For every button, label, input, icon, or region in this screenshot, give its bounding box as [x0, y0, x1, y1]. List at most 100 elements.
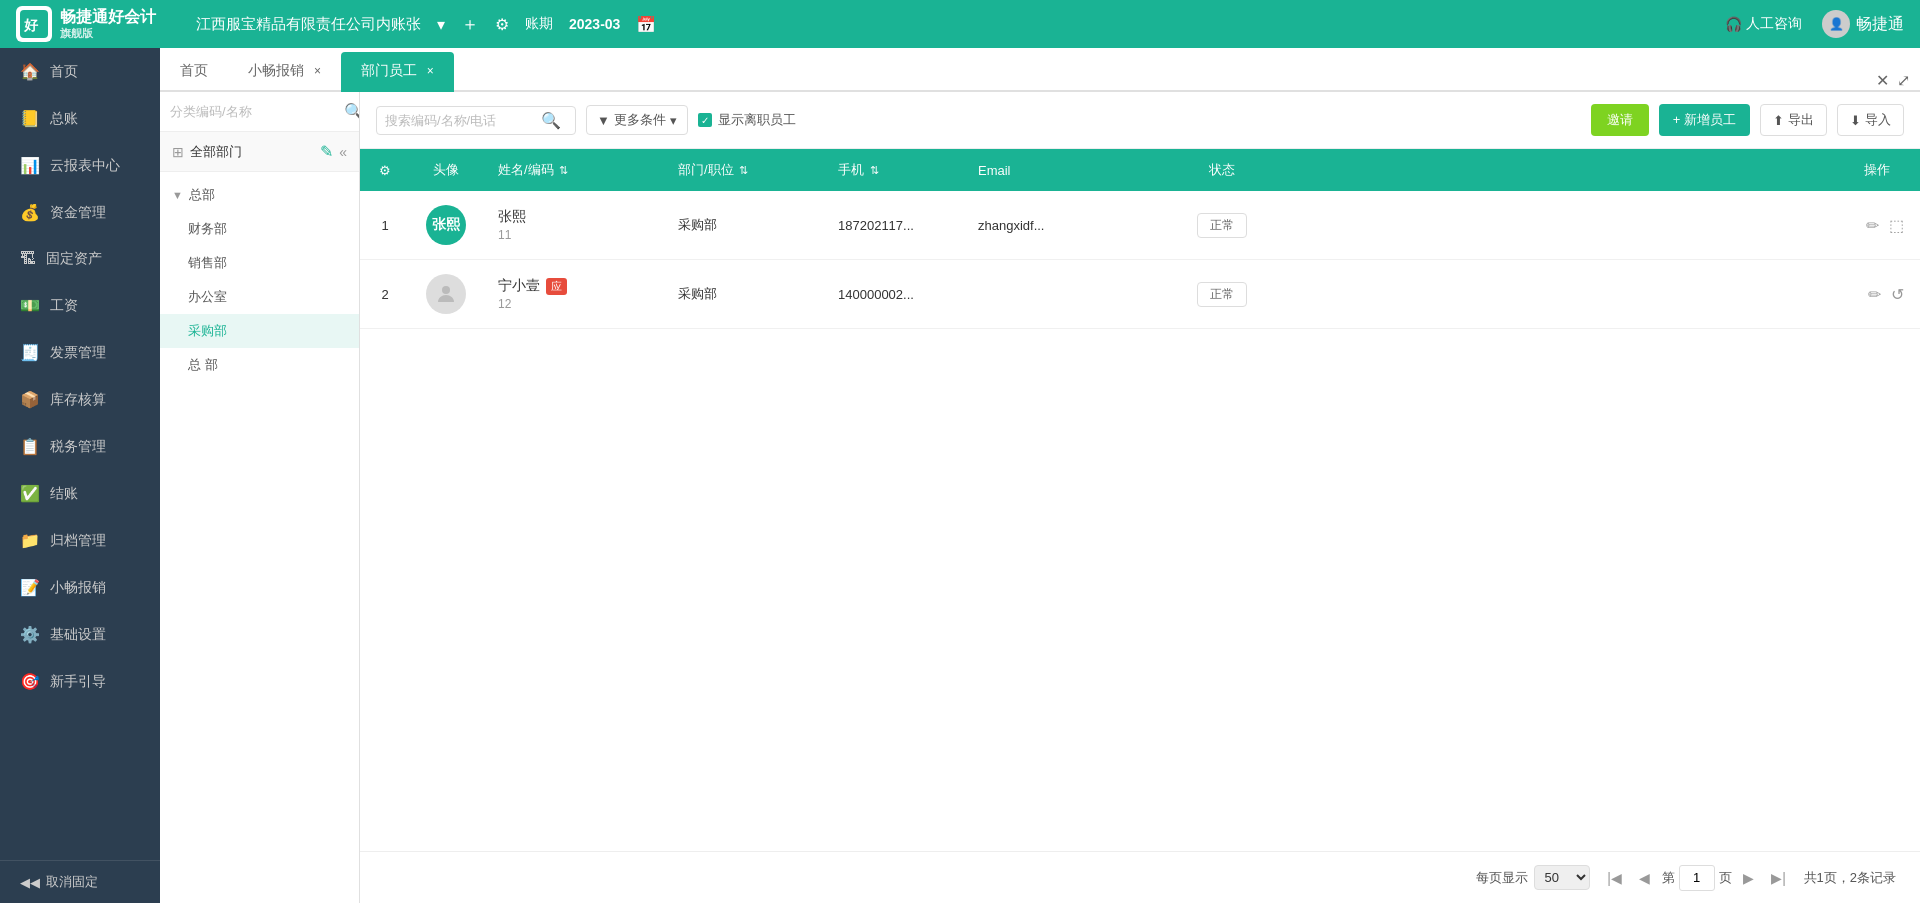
- dept-item-procurement[interactable]: 采购部: [160, 314, 359, 348]
- status-badge-1: 正常: [1197, 213, 1247, 238]
- row1-dept: 采购部: [662, 191, 822, 260]
- prev-page-btn[interactable]: ◀: [1632, 865, 1658, 891]
- dept-item-sales-label: 销售部: [188, 254, 227, 272]
- export-btn[interactable]: ⬆ 导出: [1760, 104, 1827, 136]
- sidebar-label-tax: 税务管理: [50, 438, 106, 456]
- sidebar-item-closing[interactable]: ✅ 结账: [0, 470, 160, 517]
- tab-expense-label: 小畅报销: [248, 62, 304, 78]
- export-label: 导出: [1788, 111, 1814, 129]
- row1-more-btn[interactable]: ⬚: [1889, 216, 1904, 235]
- sidebar-item-expense[interactable]: 📝 小畅报销: [0, 564, 160, 611]
- dept-item-general[interactable]: 总 部: [160, 348, 359, 382]
- employee-search-input[interactable]: [385, 113, 535, 128]
- dept-edit-btn[interactable]: ✎: [320, 142, 333, 161]
- sidebar-unpin-btn[interactable]: ◀◀ 取消固定: [0, 860, 160, 903]
- row2-email: [962, 260, 1162, 329]
- logo-area: 好 畅捷通好会计 旗舰版: [16, 6, 176, 42]
- name-text-2: 宁小壹: [498, 277, 540, 295]
- invite-btn[interactable]: 邀请: [1591, 104, 1649, 136]
- calendar-icon-btn[interactable]: 📅: [636, 15, 656, 34]
- sort-phone-icon: ⇅: [870, 164, 879, 176]
- th-name[interactable]: 姓名/编码 ⇅: [482, 149, 662, 191]
- dept-collapse-btn[interactable]: «: [339, 144, 347, 160]
- last-page-btn[interactable]: ▶|: [1766, 865, 1792, 891]
- import-btn[interactable]: ⬇ 导入: [1837, 104, 1904, 136]
- sidebar-label-home: 首页: [50, 63, 78, 81]
- app-edition: 旗舰版: [60, 26, 156, 41]
- close-tab-btn[interactable]: ✕: [1876, 71, 1889, 90]
- dept-item-finance[interactable]: 财务部: [160, 212, 359, 246]
- tab-dept-close[interactable]: ×: [427, 64, 434, 78]
- header-settings-btn[interactable]: ⚙: [495, 15, 509, 34]
- maximize-tab-btn[interactable]: ⤢: [1897, 71, 1910, 90]
- sidebar-item-archive[interactable]: 📁 归档管理: [0, 517, 160, 564]
- sidebar-item-payroll[interactable]: 💵 工资: [0, 282, 160, 329]
- per-page-label: 每页显示: [1476, 869, 1528, 887]
- next-page-btn[interactable]: ▶: [1736, 865, 1762, 891]
- expense-icon: 📝: [20, 578, 40, 597]
- row2-status: 正常: [1162, 260, 1282, 329]
- sidebar-item-guide[interactable]: 🎯 新手引导: [0, 658, 160, 705]
- sidebar-item-ledger[interactable]: 📒 总账: [0, 95, 160, 142]
- sidebar-item-tax[interactable]: 📋 税务管理: [0, 423, 160, 470]
- import-icon: ⬇: [1850, 113, 1861, 128]
- th-dept[interactable]: 部门/职位 ⇅: [662, 149, 822, 191]
- add-btn[interactable]: ＋: [461, 12, 479, 36]
- sidebar-item-funds[interactable]: 💰 资金管理: [0, 189, 160, 236]
- first-page-btn[interactable]: |◀: [1602, 865, 1628, 891]
- row2-more-btn[interactable]: ↺: [1891, 285, 1904, 304]
- dept-panel: 🔍 ⊞ 全部部门 ✎ « ▼ 总部 财务部: [160, 92, 360, 903]
- app-name: 畅捷通好会计: [60, 7, 156, 26]
- tab-expense[interactable]: 小畅报销 ×: [228, 52, 341, 92]
- page-input[interactable]: [1679, 865, 1715, 891]
- sidebar-item-home[interactable]: 🏠 首页: [0, 48, 160, 95]
- service-btn[interactable]: 🎧 人工咨询: [1725, 15, 1802, 33]
- ledger-icon: 📒: [20, 109, 40, 128]
- tab-dept-employee[interactable]: 部门员工 ×: [341, 52, 454, 92]
- avatar-circle-1: 张熙: [426, 205, 466, 245]
- dept-item-sales[interactable]: 销售部: [160, 246, 359, 280]
- sidebar-item-settings[interactable]: ⚙️ 基础设置: [0, 611, 160, 658]
- sidebar-item-invoice[interactable]: 🧾 发票管理: [0, 329, 160, 376]
- sidebar-label-settings: 基础设置: [50, 626, 106, 644]
- sidebar-item-inventory[interactable]: 📦 库存核算: [0, 376, 160, 423]
- th-email: Email: [962, 149, 1162, 191]
- th-settings[interactable]: ⚙: [360, 149, 410, 191]
- dept-item-headquarters[interactable]: ▼ 总部: [160, 178, 359, 212]
- left-arrows-icon: ◀◀: [20, 875, 40, 890]
- tab-bar: 首页 小畅报销 × 部门员工 × ✕ ⤢: [160, 48, 1920, 92]
- tab-expense-close[interactable]: ×: [314, 64, 321, 78]
- tab-home[interactable]: 首页: [160, 52, 228, 92]
- import-label: 导入: [1865, 111, 1891, 129]
- dept-item-office[interactable]: 办公室: [160, 280, 359, 314]
- row1-edit-btn[interactable]: ✏: [1866, 216, 1879, 235]
- row2-avatar: [410, 260, 482, 329]
- fixed-assets-icon: 🏗: [20, 250, 36, 268]
- company-dropdown-btn[interactable]: ▾: [437, 15, 445, 34]
- page-size-dropdown[interactable]: 50 100 200: [1534, 865, 1590, 890]
- svg-text:好: 好: [23, 17, 39, 33]
- service-label: 人工咨询: [1746, 15, 1802, 33]
- dept-search-input[interactable]: [170, 104, 338, 119]
- name-code-1: 张熙 11: [498, 208, 646, 242]
- sidebar-item-reports[interactable]: 📊 云报表中心: [0, 142, 160, 189]
- user-area[interactable]: 👤 畅捷通: [1822, 10, 1904, 38]
- filter-btn[interactable]: ▼ 更多条件 ▾: [586, 105, 688, 135]
- add-employee-btn[interactable]: + 新增员工: [1659, 104, 1750, 136]
- row2-actions: ✏ ↺: [1282, 260, 1920, 329]
- row1-email: zhangxidf...: [962, 191, 1162, 260]
- guide-icon: 🎯: [20, 672, 40, 691]
- sidebar-label-reports: 云报表中心: [50, 157, 120, 175]
- th-phone[interactable]: 手机 ⇅: [822, 149, 962, 191]
- total-records: 共1页，2条记录: [1804, 869, 1896, 887]
- header-right: 🎧 人工咨询 👤 畅捷通: [1725, 10, 1904, 38]
- company-name: 江西服宝精品有限责任公司内账张: [196, 15, 421, 34]
- status-badge-2: 正常: [1197, 282, 1247, 307]
- page-content: 🔍 ⊞ 全部部门 ✎ « ▼ 总部 财务部: [160, 92, 1920, 903]
- sidebar-item-fixed-assets[interactable]: 🏗 固定资产: [0, 236, 160, 282]
- row1-index: 1: [360, 191, 410, 260]
- resigned-checkbox[interactable]: ✓: [698, 113, 712, 127]
- logo-icon: 好: [16, 6, 52, 42]
- row2-edit-btn[interactable]: ✏: [1868, 285, 1881, 304]
- tab-home-label: 首页: [180, 62, 208, 78]
